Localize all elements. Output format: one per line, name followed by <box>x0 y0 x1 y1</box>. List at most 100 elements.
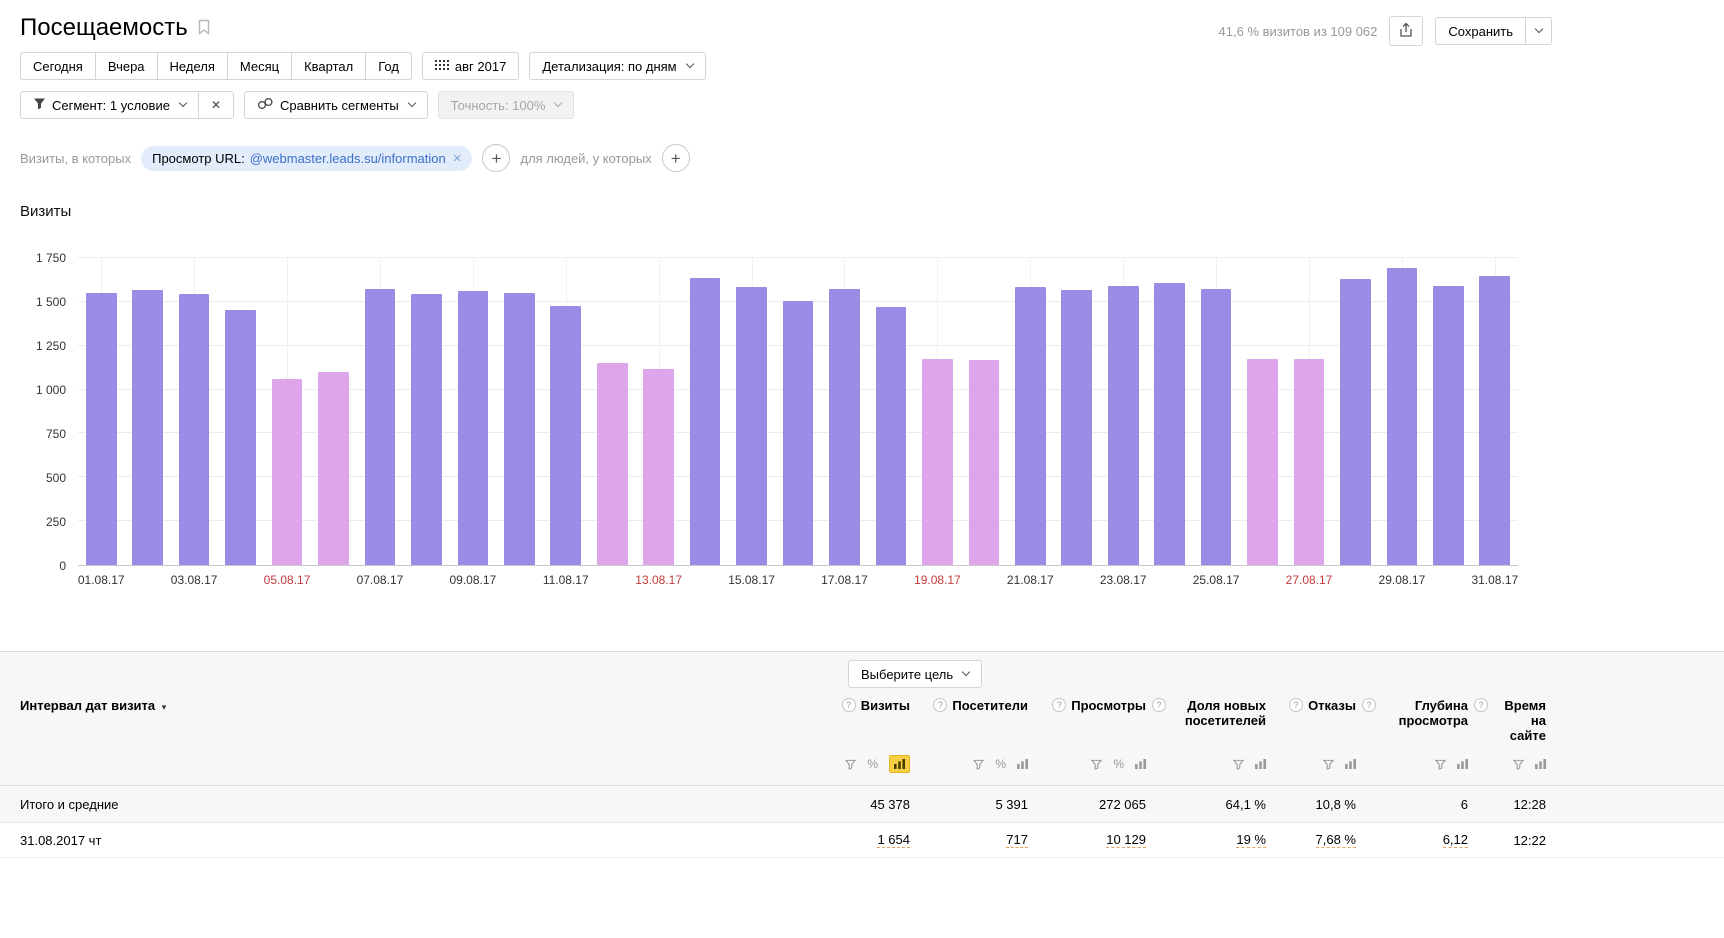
chart-bar-17.08.17[interactable] <box>829 288 860 565</box>
period-button-5[interactable]: Год <box>365 52 412 80</box>
segment-clear-button[interactable]: ✕ <box>197 91 235 119</box>
chart-bar-04.08.17[interactable] <box>225 309 256 565</box>
filter-icon[interactable] <box>1435 759 1446 770</box>
chart-bar-22.08.17[interactable] <box>1061 290 1093 565</box>
cell-value[interactable]: 1 654 <box>877 832 910 848</box>
save-button[interactable]: Сохранить <box>1435 17 1526 45</box>
column-header-4[interactable]: ? Отказы <box>1266 698 1356 743</box>
chart-bar-07.08.17[interactable] <box>364 288 396 565</box>
percent-icon[interactable]: % <box>867 758 878 770</box>
url-filter-chip[interactable]: Просмотр URL: @webmaster.leads.su/inform… <box>141 145 473 171</box>
chart-bar-25.08.17[interactable] <box>1200 288 1232 565</box>
chart-icon[interactable] <box>1017 759 1028 769</box>
filter-icon[interactable] <box>1513 759 1524 770</box>
chart-bar-29.08.17[interactable] <box>1386 267 1418 565</box>
choose-goal-button[interactable]: Выберите цель <box>848 660 983 688</box>
bookmark-icon[interactable] <box>198 19 210 38</box>
chart-icon[interactable] <box>1457 759 1468 769</box>
help-icon[interactable]: ? <box>1152 698 1166 712</box>
chart-icon[interactable] <box>1135 759 1146 769</box>
chart-bar-01.08.17[interactable] <box>85 293 117 565</box>
column-header-6[interactable]: ? Время на сайте <box>1468 698 1546 743</box>
cell-value[interactable]: 6,12 <box>1442 832 1468 848</box>
filter-icon[interactable] <box>845 759 857 770</box>
table-row[interactable]: 31.08.2017 чт 1 654 717 10 129 19 % 7,68 % 6,1… <box>0 822 1724 858</box>
chart-icon[interactable] <box>1345 759 1356 769</box>
cell-value[interactable]: 7,68 % <box>1315 832 1356 848</box>
percent-icon[interactable]: % <box>1113 758 1124 770</box>
column-header-5[interactable]: ? Глубина просмотра <box>1356 698 1468 743</box>
filter-icon[interactable] <box>1323 759 1334 770</box>
period-button-2[interactable]: Неделя <box>156 52 228 80</box>
chart-bar-20.08.17[interactable] <box>968 359 1000 565</box>
help-icon[interactable]: ? <box>933 698 948 712</box>
chart-bar-15.08.17[interactable] <box>736 286 767 565</box>
column-header-1[interactable]: ? Посетители <box>910 698 1028 743</box>
column-header-label: Визиты <box>860 698 910 713</box>
header-right: 41,6 % визитов из 109 062 Сохранить <box>1219 16 1552 46</box>
chart-bar-21.08.17[interactable] <box>1014 286 1046 565</box>
chart-bar-09.08.17[interactable] <box>457 291 489 565</box>
chart-bar-24.08.17[interactable] <box>1154 282 1185 565</box>
help-icon[interactable]: ? <box>1474 698 1488 712</box>
chart-bar-03.08.17[interactable] <box>178 293 210 565</box>
chart-bar-18.08.17[interactable] <box>875 307 907 565</box>
chip-close-icon[interactable]: × <box>453 151 462 166</box>
chart-bar-10.08.17[interactable] <box>503 293 535 565</box>
help-icon[interactable]: ? <box>1289 698 1304 712</box>
help-icon[interactable]: ? <box>1362 698 1376 712</box>
column-header-0[interactable]: ? Визиты <box>792 698 910 743</box>
chart-bar-06.08.17[interactable] <box>318 372 349 565</box>
chart-bar-13.08.17[interactable] <box>643 368 674 565</box>
x-axis-label: 23.08.17 <box>1099 573 1147 587</box>
chart-bar-16.08.17[interactable] <box>782 300 814 565</box>
filter-icon[interactable] <box>1233 759 1244 770</box>
chart-bar-11.08.17[interactable] <box>550 306 582 565</box>
chart-bar-19.08.17[interactable] <box>922 358 953 565</box>
chart-bar-14.08.17[interactable] <box>689 278 721 565</box>
help-icon[interactable]: ? <box>1052 698 1067 712</box>
period-button-4[interactable]: Квартал <box>291 52 367 80</box>
filter-icon[interactable] <box>1091 759 1103 770</box>
chart-bar-08.08.17[interactable] <box>411 293 442 565</box>
chart-bar-05.08.17[interactable] <box>271 379 303 565</box>
period-button-3[interactable]: Месяц <box>226 52 293 80</box>
chart-bar-02.08.17[interactable] <box>132 289 163 565</box>
visits-chart: 0 250 500 750 1 000 1 250 1 500 1 750 01.08.17 0… <box>20 251 1518 589</box>
table-row[interactable]: Итого и средние 45 378 5 391 272 065 64,1 % 1… <box>0 786 1724 822</box>
chart-bar-23.08.17[interactable] <box>1107 286 1139 565</box>
column-header-label: Посетители <box>952 698 1028 713</box>
chart-bar-27.08.17[interactable] <box>1293 358 1325 565</box>
chart-bar-28.08.17[interactable] <box>1340 279 1371 565</box>
chart-bar-31.08.17[interactable] <box>1479 276 1511 565</box>
chart-icon[interactable] <box>1255 759 1266 769</box>
chip-url-value[interactable]: @webmaster.leads.su/information <box>250 151 446 166</box>
add-visit-condition-button[interactable]: + <box>482 144 511 172</box>
period-button-0[interactable]: Сегодня <box>20 52 96 80</box>
cell-value: 45 378 <box>870 796 910 812</box>
cell-value[interactable]: 10 129 <box>1106 832 1146 848</box>
chart-icon[interactable] <box>889 755 910 773</box>
cell-value[interactable]: 19 % <box>1236 832 1266 848</box>
percent-icon[interactable]: % <box>995 758 1006 770</box>
date-picker-button[interactable]: авг 2017 <box>421 52 520 80</box>
compare-segments-button[interactable]: Сравнить сегменты <box>244 91 428 119</box>
add-people-condition-button[interactable]: + <box>661 144 690 172</box>
chart-bar-12.08.17[interactable] <box>596 363 628 565</box>
column-header-3[interactable]: ? Доля новых посетителей <box>1146 698 1266 743</box>
help-icon[interactable]: ? <box>841 698 856 712</box>
cell-value[interactable]: 717 <box>1006 832 1028 848</box>
row-label: Итого и средние <box>20 796 119 812</box>
export-button[interactable] <box>1389 16 1424 46</box>
chart-icon[interactable] <box>1535 759 1546 769</box>
detail-button[interactable]: Детализация: по дням <box>529 52 706 80</box>
chart-bar-26.08.17[interactable] <box>1247 358 1278 565</box>
date-interval-header[interactable]: Интервал дат визита ▾ <box>0 698 792 713</box>
segment-button[interactable]: Сегмент: 1 условие <box>20 91 199 119</box>
save-dropdown-button[interactable] <box>1525 17 1552 45</box>
filter-icon[interactable] <box>973 759 985 770</box>
period-button-1[interactable]: Вчера <box>94 52 158 80</box>
accuracy-button[interactable]: Точность: 100% <box>437 91 575 119</box>
column-header-2[interactable]: ? Просмотры <box>1028 698 1146 743</box>
chart-bar-30.08.17[interactable] <box>1433 286 1464 565</box>
